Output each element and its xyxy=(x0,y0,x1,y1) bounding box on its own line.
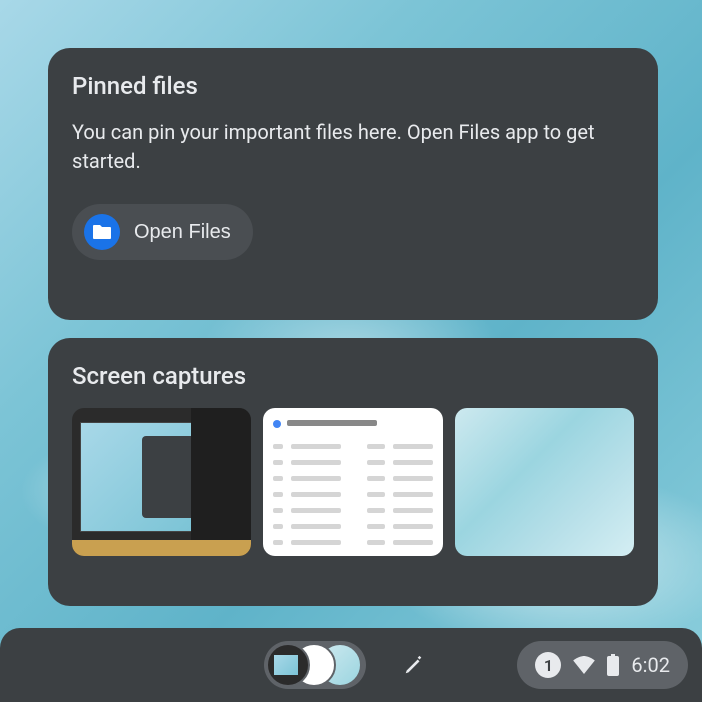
pinned-files-description: You can pin your important files here. O… xyxy=(72,118,634,176)
screen-captures-title: Screen captures xyxy=(72,362,634,390)
capture-thumbnail-2[interactable] xyxy=(263,408,443,556)
thumbnail-row xyxy=(72,408,634,556)
capture-thumbnail-3[interactable] xyxy=(455,408,634,556)
screen-captures-panel: Screen captures xyxy=(48,338,658,606)
notification-badge: 1 xyxy=(535,652,561,678)
pen-icon xyxy=(403,654,425,676)
battery-icon xyxy=(607,654,619,676)
status-tray[interactable]: 1 6:02 xyxy=(517,641,688,689)
pinned-files-title: Pinned files xyxy=(72,72,634,100)
open-files-button[interactable]: Open Files xyxy=(72,204,253,260)
folder-icon xyxy=(84,214,120,250)
pinned-files-panel: Pinned files You can pin your important … xyxy=(48,48,658,320)
clock: 6:02 xyxy=(631,653,670,677)
capture-thumbnail-1[interactable] xyxy=(72,408,251,556)
stylus-tools-button[interactable] xyxy=(390,641,438,689)
shelf: 1 6:02 xyxy=(0,628,702,702)
wifi-icon xyxy=(573,656,595,674)
open-files-label: Open Files xyxy=(134,221,231,244)
holding-space-tray[interactable] xyxy=(264,641,366,689)
